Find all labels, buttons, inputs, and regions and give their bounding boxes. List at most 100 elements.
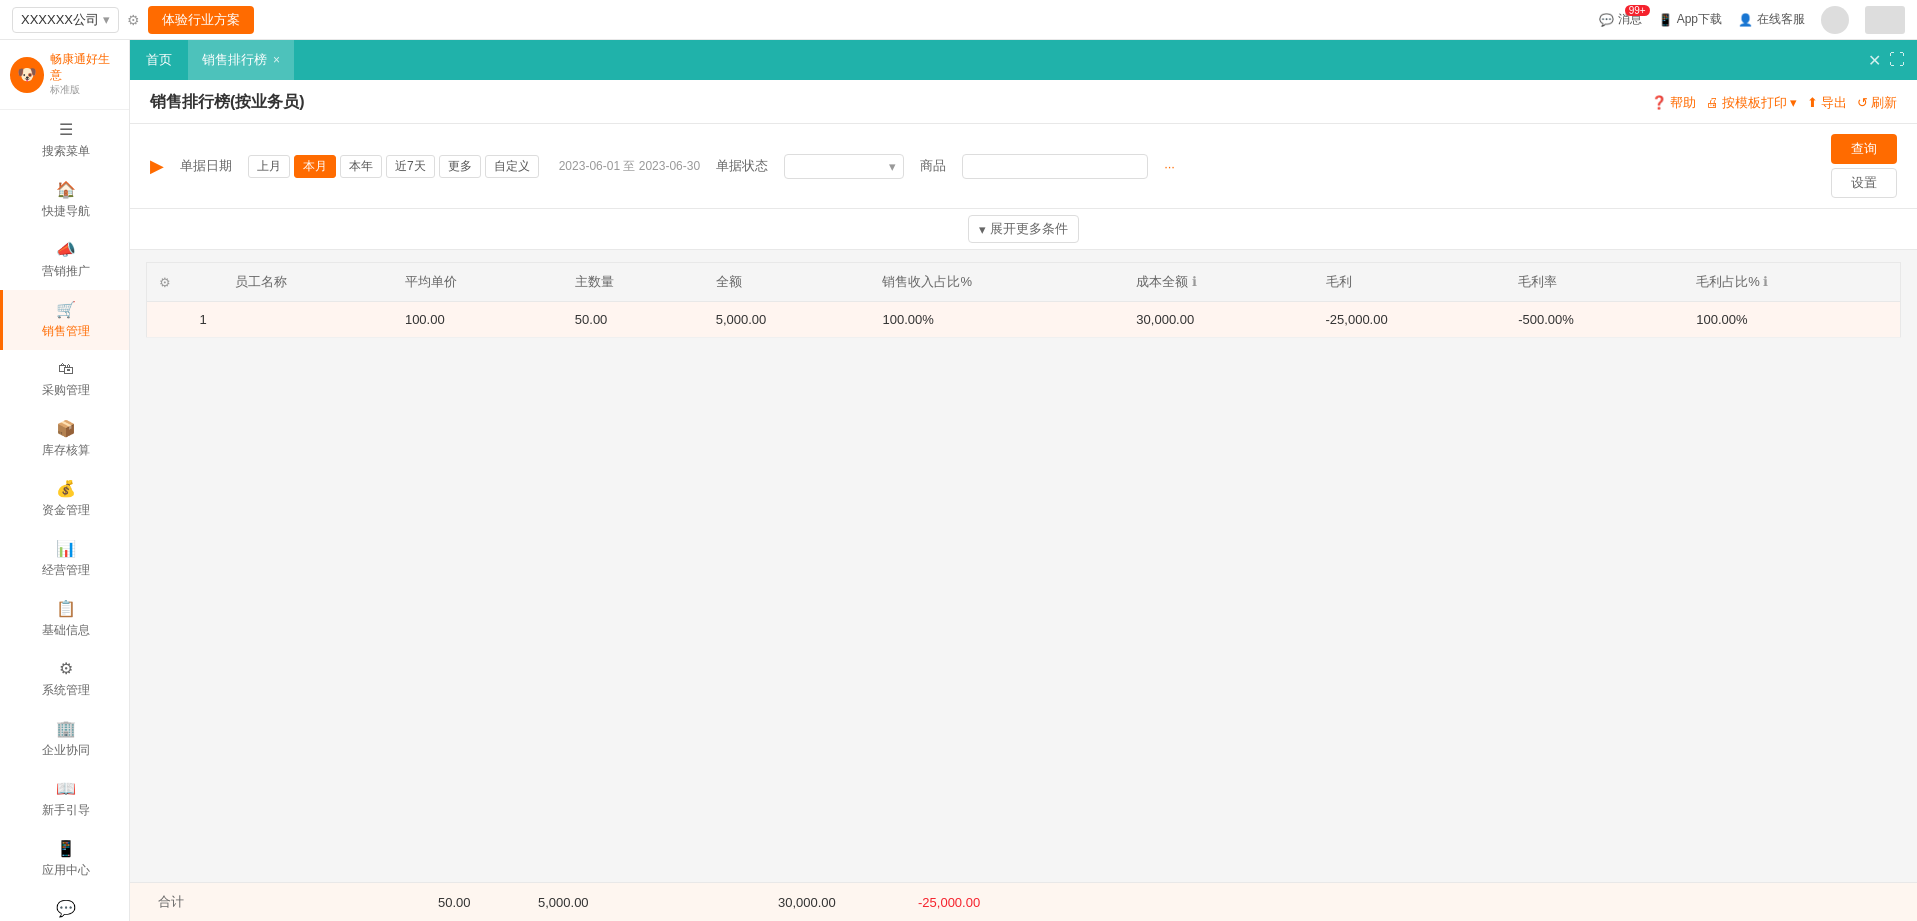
date-btn-last-month[interactable]: 上月 bbox=[248, 155, 290, 178]
app-download-item[interactable]: 📱 App下载 bbox=[1658, 11, 1722, 28]
tab-right-actions: ✕ ⛶ bbox=[1868, 51, 1917, 70]
apps-icon: 📱 bbox=[56, 839, 76, 858]
finance-icon: 💰 bbox=[56, 479, 76, 498]
logo-sub: 标准版 bbox=[50, 83, 119, 97]
profit-pct-info-icon[interactable]: ℹ bbox=[1763, 274, 1768, 289]
sidebar-item-search-order[interactable]: ☰ 搜索菜单 bbox=[0, 110, 129, 170]
tab-sales-ranking-label: 销售排行榜 bbox=[202, 51, 267, 69]
company-name: XXXXXX公司 bbox=[21, 11, 99, 29]
export-link[interactable]: ⬆ 导出 bbox=[1807, 94, 1847, 112]
tab-sales-ranking[interactable]: 销售排行榜 × bbox=[188, 40, 294, 80]
help-icon: ❓ bbox=[1651, 95, 1667, 110]
date-btn-custom[interactable]: 自定义 bbox=[485, 155, 539, 178]
sidebar-item-marketing[interactable]: 📣 营销推广 bbox=[0, 230, 129, 290]
message-icon-item[interactable]: 💬 消息 99+ bbox=[1599, 11, 1642, 28]
td-profit-pct: 100.00% bbox=[1684, 302, 1900, 338]
refresh-link[interactable]: ↺ 刷新 bbox=[1857, 94, 1897, 112]
product-more-icon[interactable]: ··· bbox=[1164, 159, 1175, 174]
sidebar-item-sales[interactable]: 🛒 销售管理 bbox=[0, 290, 129, 350]
date-btn-more[interactable]: 更多 bbox=[439, 155, 481, 178]
help-link[interactable]: ❓ 帮助 bbox=[1651, 94, 1696, 112]
sidebar-item-basic[interactable]: 📋 基础信息 bbox=[0, 589, 129, 649]
page-actions: ❓ 帮助 🖨 按模板打印 ▾ ⬆ 导出 ↺ bbox=[1651, 94, 1897, 112]
sidebar-item-operation[interactable]: 📊 经营管理 bbox=[0, 529, 129, 589]
content-area: 首页 销售排行榜 × ✕ ⛶ 销售排行榜(按业务员) ❓ bbox=[130, 40, 1917, 921]
date-btn-this-month[interactable]: 本月 bbox=[294, 155, 336, 178]
sidebar-label-basic: 基础信息 bbox=[42, 622, 90, 639]
th-cost: 成本全额 ℹ bbox=[1124, 263, 1313, 302]
logo-text: 畅康通好生意 bbox=[50, 52, 119, 83]
td-name bbox=[223, 302, 393, 338]
company-selector[interactable]: XXXXXX公司 ▾ bbox=[12, 7, 119, 33]
print-dropdown-icon: ▾ bbox=[1790, 95, 1797, 110]
tab-close-icon[interactable]: × bbox=[273, 53, 280, 67]
th-settings: ⚙ bbox=[147, 263, 184, 302]
sidebar-label-quick-nav: 快捷导航 bbox=[42, 203, 90, 220]
app-icon: 📱 bbox=[1658, 13, 1673, 27]
sidebar-item-apps[interactable]: 📱 应用中心 bbox=[0, 829, 129, 889]
message-icon: 💬 bbox=[1599, 13, 1614, 27]
logo-text-group: 畅康通好生意 标准版 bbox=[50, 52, 119, 97]
column-settings-icon[interactable]: ⚙ bbox=[159, 275, 171, 290]
th-name: 员工名称 bbox=[223, 263, 393, 302]
tab-maximize-btn[interactable]: ⛶ bbox=[1889, 51, 1905, 69]
table-body: 1 100.00 50.00 5,000.00 100.00% 30,000.0… bbox=[147, 302, 1901, 338]
th-profit-rate: 毛利率 bbox=[1506, 263, 1684, 302]
td-profit: -25,000.00 bbox=[1314, 302, 1507, 338]
enterprise-icon: 🏢 bbox=[56, 719, 76, 738]
cost-info-icon[interactable]: ℹ bbox=[1192, 274, 1197, 289]
sidebar-label-guide: 新手引导 bbox=[42, 802, 90, 819]
tab-home-label: 首页 bbox=[146, 51, 172, 69]
inventory-icon: 📦 bbox=[56, 419, 76, 438]
online-service-item[interactable]: 👤 在线客服 bbox=[1738, 11, 1805, 28]
top-right-actions: 💬 消息 99+ 📱 App下载 👤 在线客服 bbox=[1599, 6, 1905, 34]
footer-amount: 5,000.00 bbox=[538, 895, 658, 910]
sidebar-item-finance[interactable]: 💰 资金管理 bbox=[0, 469, 129, 529]
expand-more-btn[interactable]: ▾ 展开更多条件 bbox=[968, 215, 1079, 243]
sidebar-label-operation: 经营管理 bbox=[42, 562, 90, 579]
table-wrap: ⚙ 员工名称 平均单价 主数量 全额 销售收入占比% 成本全额 ℹ 毛利 bbox=[130, 250, 1917, 882]
export-icon: ⬆ bbox=[1807, 95, 1818, 110]
service-icon: 👤 bbox=[1738, 13, 1753, 27]
product-input[interactable] bbox=[962, 154, 1148, 179]
avatar[interactable] bbox=[1821, 6, 1849, 34]
filter-expand-icon[interactable]: ▶ bbox=[150, 155, 164, 177]
date-btn-7days[interactable]: 近7天 bbox=[386, 155, 435, 178]
th-avg-price: 平均单价 bbox=[393, 263, 563, 302]
tab-home[interactable]: 首页 bbox=[130, 40, 188, 80]
status-select[interactable] bbox=[784, 154, 904, 179]
query-button[interactable]: 查询 bbox=[1831, 134, 1897, 164]
gear-icon[interactable]: ⚙ bbox=[127, 12, 140, 28]
page-title-row: 销售排行榜(按业务员) ❓ 帮助 🖨 按模板打印 ▾ ⬆ bbox=[150, 92, 1897, 123]
print-link[interactable]: 🖨 按模板打印 ▾ bbox=[1706, 94, 1797, 112]
th-amount: 全额 bbox=[704, 263, 871, 302]
td-quantity: 50.00 bbox=[563, 302, 704, 338]
user-name-placeholder bbox=[1865, 6, 1905, 34]
expand-chevron-icon: ▾ bbox=[979, 222, 986, 237]
sidebar-item-enterprise[interactable]: 🏢 企业协同 bbox=[0, 709, 129, 769]
tab-close-window-btn[interactable]: ✕ bbox=[1868, 51, 1881, 70]
sidebar-label-finance: 资金管理 bbox=[42, 502, 90, 519]
sidebar-item-system[interactable]: ⚙ 系统管理 bbox=[0, 649, 129, 709]
sidebar-item-wechat[interactable]: 💬 企业微信 bbox=[0, 889, 129, 921]
operation-icon: 📊 bbox=[56, 539, 76, 558]
trial-button[interactable]: 体验行业方案 bbox=[148, 6, 254, 34]
date-btn-this-year[interactable]: 本年 bbox=[340, 155, 382, 178]
footer-label: 合计 bbox=[158, 893, 338, 911]
settings-button[interactable]: 设置 bbox=[1831, 168, 1897, 198]
data-table: ⚙ 员工名称 平均单价 主数量 全额 销售收入占比% 成本全额 ℹ 毛利 bbox=[146, 262, 1901, 338]
sidebar-logo: 🐶 畅康通好生意 标准版 bbox=[0, 40, 129, 110]
sidebar-item-purchase[interactable]: 🛍 采购管理 bbox=[0, 350, 129, 409]
sidebar-item-guide[interactable]: 📖 新手引导 bbox=[0, 769, 129, 829]
sidebar-item-inventory[interactable]: 📦 库存核算 bbox=[0, 409, 129, 469]
product-label: 商品 bbox=[920, 157, 946, 175]
date-options: 上月 本月 本年 近7天 更多 自定义 bbox=[248, 155, 539, 178]
refresh-icon: ↺ bbox=[1857, 95, 1868, 110]
print-icon: 🖨 bbox=[1706, 95, 1719, 110]
sidebar-item-quick-nav[interactable]: 🏠 快捷导航 bbox=[0, 170, 129, 230]
help-label: 帮助 bbox=[1670, 94, 1696, 112]
page-header: 销售排行榜(按业务员) ❓ 帮助 🖨 按模板打印 ▾ ⬆ bbox=[130, 80, 1917, 124]
date-label: 单据日期 bbox=[180, 157, 232, 175]
td-settings bbox=[147, 302, 184, 338]
sales-icon: 🛒 bbox=[56, 300, 76, 319]
